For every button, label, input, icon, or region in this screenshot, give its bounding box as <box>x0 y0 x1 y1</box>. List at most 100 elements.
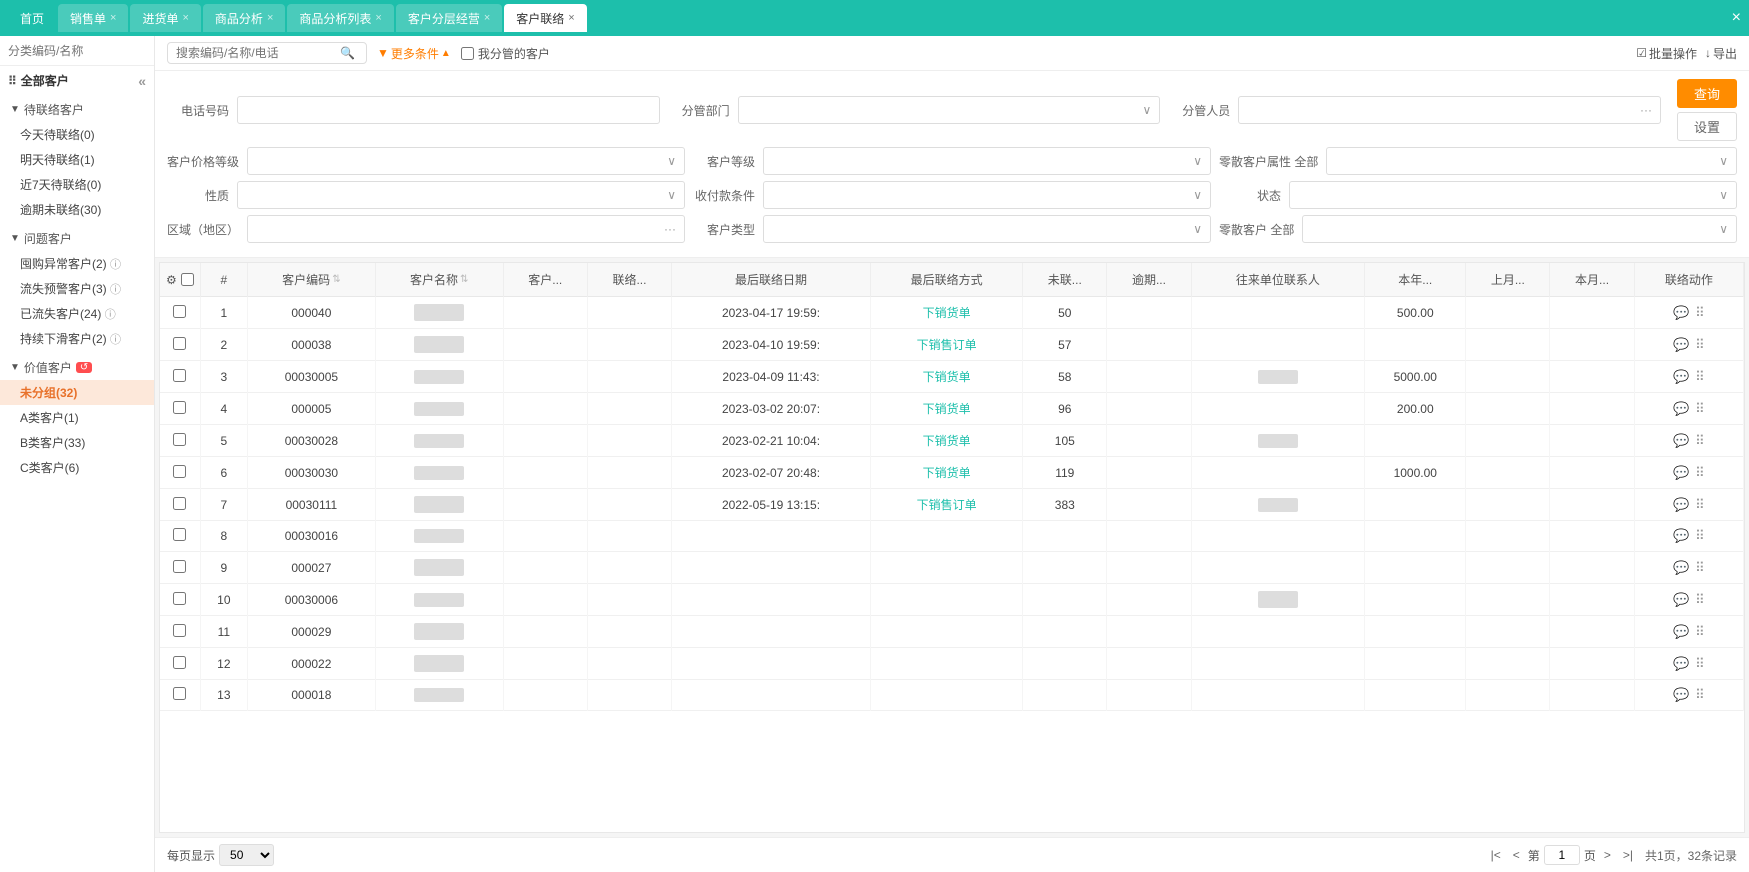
row-last-method[interactable]: 下销货单 <box>870 457 1022 489</box>
chat-icon[interactable]: 💬 <box>1673 656 1689 672</box>
th-overdue[interactable]: 逾期... <box>1107 263 1191 297</box>
more-icon[interactable]: ⠿ <box>1695 656 1705 672</box>
export-button[interactable]: ↓ 导出 <box>1705 45 1737 62</box>
sidebar-item-7days-pending[interactable]: 近7天待联络(0) <box>0 172 154 197</box>
chat-icon[interactable]: 💬 <box>1673 497 1689 513</box>
more-icon[interactable]: ⠿ <box>1695 592 1705 608</box>
sidebar-item-today-pending[interactable]: 今天待联络(0) <box>0 122 154 147</box>
th-last-method[interactable]: 最后联络方式 <box>870 263 1022 297</box>
row-checkbox[interactable] <box>173 528 186 541</box>
filter-search-input[interactable] <box>176 46 336 60</box>
sidebar-item-class-c[interactable]: C类客户(6) <box>0 455 154 480</box>
th-name[interactable]: 客户名称⇅ <box>375 263 503 297</box>
group-value-title[interactable]: ▼ 价值客户 ↺ <box>0 355 154 380</box>
sidebar-item-churned[interactable]: 已流失客户(24) ⓘ <box>0 301 154 326</box>
group-problem-title[interactable]: ▼ 问题客户 <box>0 226 154 251</box>
row-last-method[interactable]: 下销货单 <box>870 361 1022 393</box>
chat-icon[interactable]: 💬 <box>1673 401 1689 417</box>
customer-type-select[interactable]: ∨ <box>763 215 1211 243</box>
refresh-badge[interactable]: ↺ <box>76 362 92 373</box>
person-select[interactable]: ··· <box>1238 96 1661 124</box>
tab-sales[interactable]: 销售单 × <box>58 4 128 32</box>
more-icon[interactable]: ⠿ <box>1695 624 1705 640</box>
chat-icon[interactable]: 💬 <box>1673 624 1689 640</box>
more-icon[interactable]: ⠿ <box>1695 465 1705 481</box>
more-icon[interactable]: ⠿ <box>1695 305 1705 321</box>
nature-select[interactable]: ∨ <box>237 181 685 209</box>
sidebar-item-unclassified[interactable]: 未分组(32) <box>0 380 154 405</box>
row-last-method[interactable]: 下销售订单 <box>870 329 1022 361</box>
tab-home[interactable]: 首页 <box>8 4 56 32</box>
next-page-button[interactable]: > <box>1600 846 1615 864</box>
retail-attr-select[interactable]: ∨ <box>1326 147 1737 175</box>
chat-icon[interactable]: 💬 <box>1673 369 1689 385</box>
sidebar-all-customers[interactable]: ⠿ 全部客户 « <box>0 66 154 95</box>
tab-product-analysis[interactable]: 商品分析 × <box>203 4 285 32</box>
reset-button[interactable]: 设置 <box>1677 112 1737 141</box>
group-pending-contact-title[interactable]: ▼ 待联络客户 <box>0 97 154 122</box>
more-icon[interactable]: ⠿ <box>1695 401 1705 417</box>
tab-purchase[interactable]: 进货单 × <box>130 4 200 32</box>
page-size-select[interactable]: 50 100 <box>219 844 274 866</box>
more-icon[interactable]: ⠿ <box>1695 528 1705 544</box>
more-icon[interactable]: ⠿ <box>1695 369 1705 385</box>
chat-icon[interactable]: 💬 <box>1673 305 1689 321</box>
sidebar-item-class-b[interactable]: B类客户(33) <box>0 430 154 455</box>
tab-purchase-close[interactable]: × <box>182 12 188 24</box>
row-checkbox[interactable] <box>173 305 186 318</box>
chat-icon[interactable]: 💬 <box>1673 687 1689 703</box>
sidebar-item-declining[interactable]: 持续下滑客户(2) ⓘ <box>0 326 154 351</box>
region-select[interactable]: ··· <box>247 215 685 243</box>
tab-product-list[interactable]: 商品分析列表 × <box>287 4 393 32</box>
customer-tier-select[interactable]: ∨ <box>763 147 1211 175</box>
prev-page-button[interactable]: < <box>1509 846 1524 864</box>
query-button[interactable]: 查询 <box>1677 79 1737 108</box>
row-checkbox[interactable] <box>173 560 186 573</box>
row-checkbox[interactable] <box>173 465 186 478</box>
select-all-checkbox[interactable] <box>181 273 194 286</box>
row-last-method[interactable]: 下销货单 <box>870 425 1022 457</box>
row-checkbox[interactable] <box>173 687 186 700</box>
last-page-button[interactable]: >| <box>1619 846 1637 864</box>
more-icon[interactable]: ⠿ <box>1695 497 1705 513</box>
row-checkbox[interactable] <box>173 656 186 669</box>
window-close-button[interactable]: × <box>1732 9 1741 27</box>
batch-op-button[interactable]: ☑ 批量操作 <box>1636 45 1697 62</box>
status-select[interactable]: ∨ <box>1289 181 1737 209</box>
th-last-date[interactable]: 最后联络日期 <box>672 263 871 297</box>
chat-icon[interactable]: 💬 <box>1673 592 1689 608</box>
th-this-month[interactable]: 本月... <box>1550 263 1634 297</box>
th-code[interactable]: 客户编码⇅ <box>247 263 375 297</box>
filter-search-icon[interactable]: 🔍 <box>340 46 355 60</box>
th-type[interactable]: 客户... <box>503 263 587 297</box>
chat-icon[interactable]: 💬 <box>1673 433 1689 449</box>
retail-customer-select[interactable]: ∨ <box>1302 215 1737 243</box>
dept-select[interactable]: ∨ <box>738 96 1161 124</box>
sidebar-item-tomorrow-pending[interactable]: 明天待联络(1) <box>0 147 154 172</box>
gear-icon[interactable]: ⚙ <box>166 273 177 287</box>
my-customers-checkbox[interactable] <box>461 47 474 60</box>
row-checkbox[interactable] <box>173 433 186 446</box>
sidebar-item-abnormal-hoard[interactable]: 囤购异常客户(2) ⓘ <box>0 251 154 276</box>
tab-customer-contact[interactable]: 客户联络 × <box>504 4 586 32</box>
row-last-method[interactable]: 下销货单 <box>870 393 1022 425</box>
chat-icon[interactable]: 💬 <box>1673 528 1689 544</box>
th-settings[interactable]: ⚙ <box>160 263 200 297</box>
price-tier-select[interactable]: ∨ <box>247 147 685 175</box>
tab-sales-close[interactable]: × <box>110 12 116 24</box>
th-this-year[interactable]: 本年... <box>1365 263 1466 297</box>
more-icon[interactable]: ⠿ <box>1695 560 1705 576</box>
tab-product-analysis-close[interactable]: × <box>267 12 273 24</box>
collapse-icon[interactable]: « <box>138 73 146 89</box>
row-checkbox[interactable] <box>173 369 186 382</box>
more-icon[interactable]: ⠿ <box>1695 433 1705 449</box>
more-icon[interactable]: ⠿ <box>1695 687 1705 703</box>
th-last-month[interactable]: 上月... <box>1466 263 1550 297</box>
row-checkbox[interactable] <box>173 401 186 414</box>
row-checkbox[interactable] <box>173 624 186 637</box>
row-last-method[interactable]: 下销售订单 <box>870 489 1022 521</box>
th-partner[interactable]: 往来单位联系人 <box>1191 263 1365 297</box>
sidebar-item-overdue-pending[interactable]: 逾期未联络(30) <box>0 197 154 222</box>
tab-customer-tier[interactable]: 客户分层经营 × <box>396 4 502 32</box>
tab-customer-tier-close[interactable]: × <box>484 12 490 24</box>
